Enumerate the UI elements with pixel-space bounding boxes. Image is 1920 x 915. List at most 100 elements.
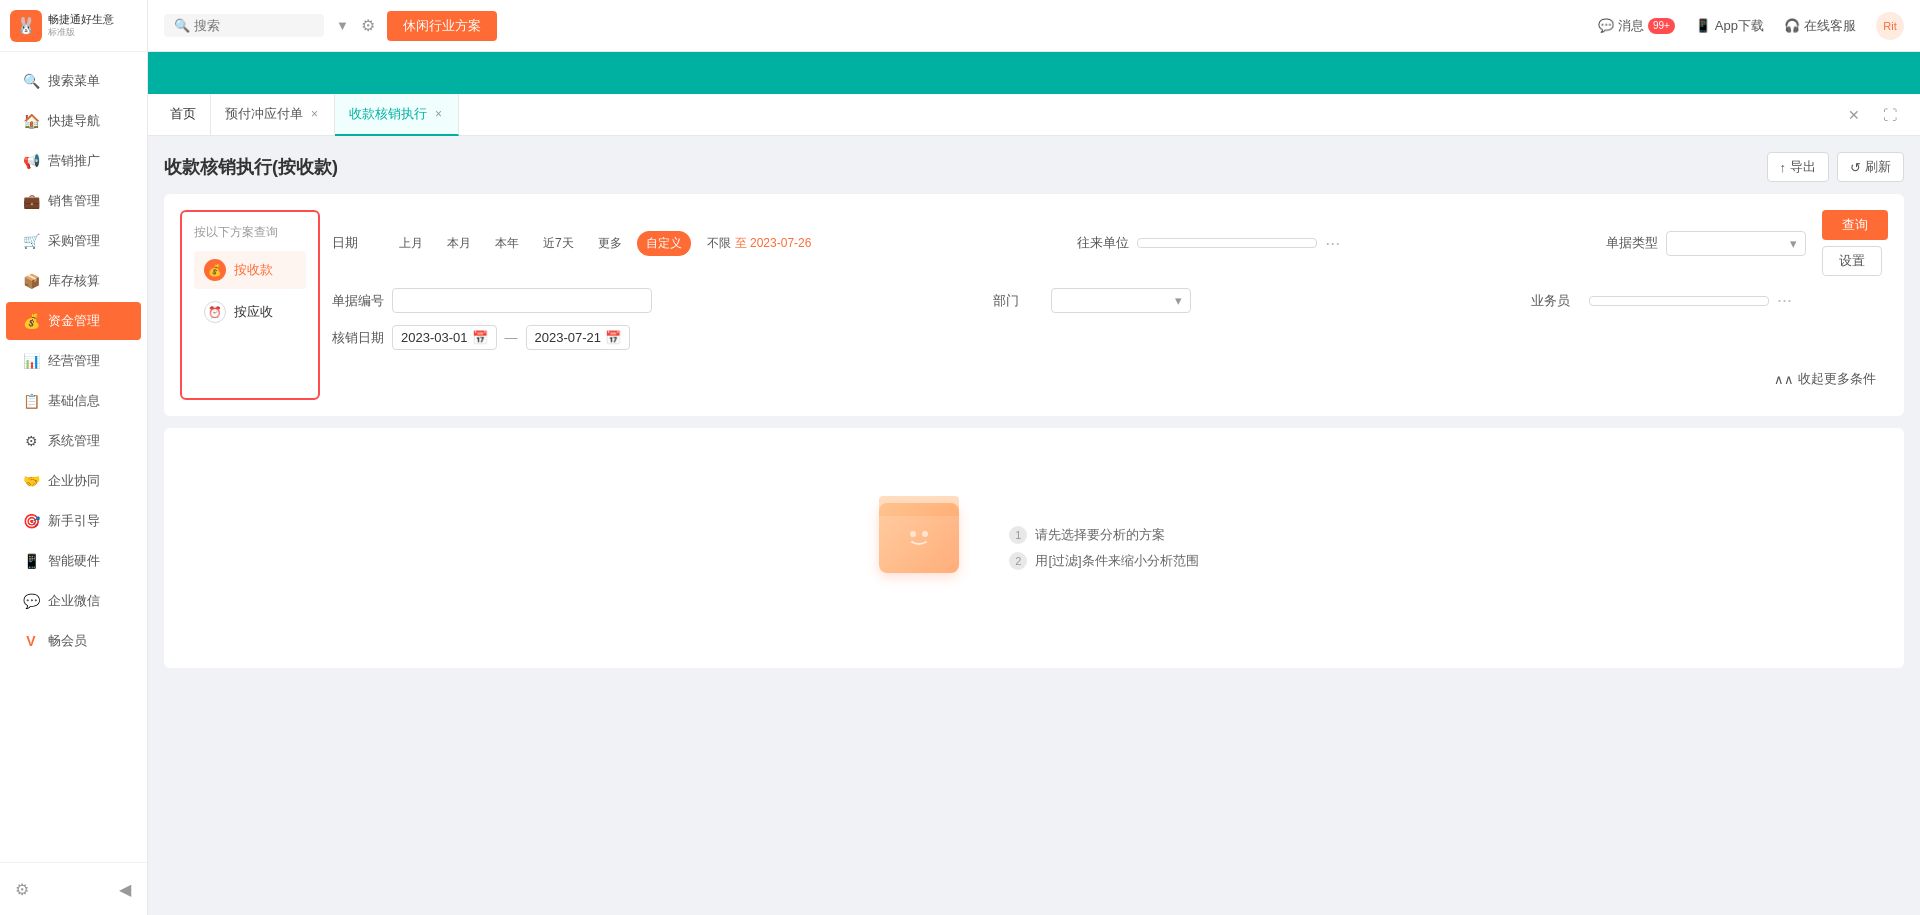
- member-icon: V: [22, 632, 40, 650]
- sidebar-item-hardware[interactable]: 📱 智能硬件: [6, 542, 141, 580]
- user-avatar: Rit: [1876, 12, 1904, 40]
- counterparty-label: 往来单位: [1077, 234, 1129, 252]
- dept-select[interactable]: ▾: [1051, 288, 1191, 313]
- tab-close-all-btn[interactable]: ✕: [1840, 101, 1868, 129]
- receipt-verify-tab-close[interactable]: ×: [433, 105, 444, 123]
- user-info[interactable]: Rit: [1876, 12, 1904, 40]
- sidebar-label-business: 经营管理: [48, 352, 100, 370]
- date-btn-more[interactable]: 更多: [589, 231, 631, 256]
- sidebar-label-wechat: 企业微信: [48, 592, 100, 610]
- sidebar-item-basic-info[interactable]: 📋 基础信息: [6, 382, 141, 420]
- sidebar-item-sales[interactable]: 💼 销售管理: [6, 182, 141, 220]
- tab-prepay[interactable]: 预付冲应付单 ×: [211, 94, 335, 136]
- date-btn-last-month[interactable]: 上月: [390, 231, 432, 256]
- sidebar-item-capital[interactable]: 💰 资金管理: [6, 302, 141, 340]
- online-service-btn[interactable]: 🎧 在线客服: [1784, 17, 1856, 35]
- sidebar-item-quick-nav[interactable]: 🏠 快捷导航: [6, 102, 141, 140]
- refresh-label: 刷新: [1865, 158, 1891, 176]
- receipt-verify-tab-label: 收款核销执行: [349, 105, 427, 123]
- staff-input[interactable]: [1589, 296, 1769, 306]
- date-to-text: 至 2023-07-26: [735, 235, 812, 252]
- export-button[interactable]: ↑ 导出: [1767, 152, 1830, 182]
- home-tab-label: 首页: [170, 105, 196, 123]
- filter-by-receivable[interactable]: ⏰ 按应收: [194, 293, 306, 331]
- sidebar-item-member[interactable]: V 畅会员: [6, 622, 141, 660]
- sidebar-item-system[interactable]: ⚙ 系统管理: [6, 422, 141, 460]
- marketing-icon: 📢: [22, 152, 40, 170]
- prepay-tab-label: 预付冲应付单: [225, 105, 303, 123]
- verify-date-start[interactable]: 2023-03-01 📅: [392, 325, 497, 350]
- sidebar-item-purchase[interactable]: 🛒 采购管理: [6, 222, 141, 260]
- dept-dropdown-icon: ▾: [1175, 293, 1182, 308]
- page-title: 收款核销执行(按收款): [164, 155, 338, 179]
- wechat-icon: 💬: [22, 592, 40, 610]
- tab-home[interactable]: 首页: [156, 94, 211, 136]
- business-icon: 📊: [22, 352, 40, 370]
- refresh-button[interactable]: ↺ 刷新: [1837, 152, 1904, 182]
- verify-date-calendar-end-icon: 📅: [605, 330, 621, 345]
- sidebar-item-corp[interactable]: 🤝 企业协同: [6, 462, 141, 500]
- prepay-tab-close[interactable]: ×: [309, 105, 320, 123]
- date-btn-7days[interactable]: 近7天: [534, 231, 583, 256]
- settings-button[interactable]: 设置: [1822, 246, 1882, 276]
- staff-field: 业务员 ···: [1531, 290, 1792, 311]
- date-btn-this-year[interactable]: 本年: [486, 231, 528, 256]
- verify-date-calendar-start-icon: 📅: [472, 330, 488, 345]
- date-btn-this-month[interactable]: 本月: [438, 231, 480, 256]
- sidebar-label-system: 系统管理: [48, 432, 100, 450]
- step-2-icon: 2: [1009, 552, 1027, 570]
- logo-icon: 🐰: [10, 10, 42, 42]
- box-face-svg: [899, 518, 939, 558]
- counterparty-dots[interactable]: ···: [1325, 233, 1340, 254]
- export-label: 导出: [1790, 158, 1816, 176]
- date-nolimit: 不限 至 2023-07-26: [707, 235, 812, 252]
- filter-type-title: 按以下方案查询: [194, 224, 306, 241]
- sidebar-item-business[interactable]: 📊 经营管理: [6, 342, 141, 380]
- filter-by-receipt[interactable]: 💰 按收款: [194, 251, 306, 289]
- sidebar-collapse-btn[interactable]: ◀: [109, 873, 141, 905]
- receipt-option-icon: 💰: [204, 259, 226, 281]
- voucher-type-select[interactable]: ▾: [1666, 231, 1806, 256]
- query-button[interactable]: 查询: [1822, 210, 1888, 240]
- action-buttons: 查询 设置: [1822, 210, 1888, 276]
- messages-label: 消息: [1618, 17, 1644, 35]
- sidebar-label-capital: 资金管理: [48, 312, 100, 330]
- date-btn-custom[interactable]: 自定义: [637, 231, 691, 256]
- counterparty-input[interactable]: [1137, 238, 1317, 248]
- filter-row-1: 日期 上月 本月 本年 近7天 更多 自定义 不限 至 2023-07-26: [332, 210, 1888, 276]
- logo-badge: 标准版: [48, 26, 114, 39]
- empty-hint-1: 1 请先选择要分析的方案: [1009, 522, 1198, 548]
- topbar-search-area[interactable]: 🔍: [164, 14, 324, 37]
- logo-name: 畅捷通好生意: [48, 12, 114, 26]
- sidebar-settings-btn[interactable]: ⚙: [6, 873, 38, 905]
- sidebar-item-beginner[interactable]: 🎯 新手引导: [6, 502, 141, 540]
- verify-date-end[interactable]: 2023-07-21 📅: [526, 325, 631, 350]
- home-icon: 🏠: [22, 112, 40, 130]
- sidebar-item-inventory[interactable]: 📦 库存核算: [6, 262, 141, 300]
- collapse-label: 收起更多条件: [1798, 370, 1876, 388]
- app-download-btn[interactable]: 📱 App下载: [1695, 17, 1764, 35]
- tab-expand-btn[interactable]: ⛶: [1876, 101, 1904, 129]
- staff-dots[interactable]: ···: [1777, 290, 1792, 311]
- topbar-search-input[interactable]: [194, 18, 314, 33]
- date-field: 日期 上月 本月 本年 近7天 更多 自定义: [332, 231, 691, 256]
- date-options-group: 上月 本月 本年 近7天 更多 自定义: [390, 231, 691, 256]
- sidebar-item-marketing[interactable]: 📢 营销推广: [6, 142, 141, 180]
- topbar-right: 💬 消息 99+ 📱 App下载 🎧 在线客服 Rit: [1598, 12, 1904, 40]
- date-label: 日期: [332, 234, 382, 252]
- sidebar-item-wechat[interactable]: 💬 企业微信: [6, 582, 141, 620]
- solution-button[interactable]: 休闲行业方案: [387, 11, 497, 41]
- verify-date-field: 核销日期 2023-03-01 📅 — 2023-07-21 📅: [332, 325, 630, 350]
- tab-receipt-verify[interactable]: 收款核销执行 ×: [335, 94, 459, 136]
- sidebar-label-hardware: 智能硬件: [48, 552, 100, 570]
- filter-form: 日期 上月 本月 本年 近7天 更多 自定义 不限 至 2023-07-26: [332, 210, 1888, 400]
- topbar-dropdown-icon[interactable]: ▼: [336, 18, 349, 33]
- messages-btn[interactable]: 💬 消息 99+: [1598, 17, 1675, 35]
- sidebar-item-search[interactable]: 🔍 搜索菜单: [6, 62, 141, 100]
- sidebar-label-marketing: 营销推广: [48, 152, 100, 170]
- sidebar-label-search: 搜索菜单: [48, 72, 100, 90]
- voucher-no-input[interactable]: [392, 288, 652, 313]
- collapse-button[interactable]: ∧∧ 收起更多条件: [1762, 366, 1888, 392]
- collapse-chevron-icon: ∧∧: [1774, 372, 1794, 387]
- topbar-gear-icon[interactable]: ⚙: [361, 16, 375, 35]
